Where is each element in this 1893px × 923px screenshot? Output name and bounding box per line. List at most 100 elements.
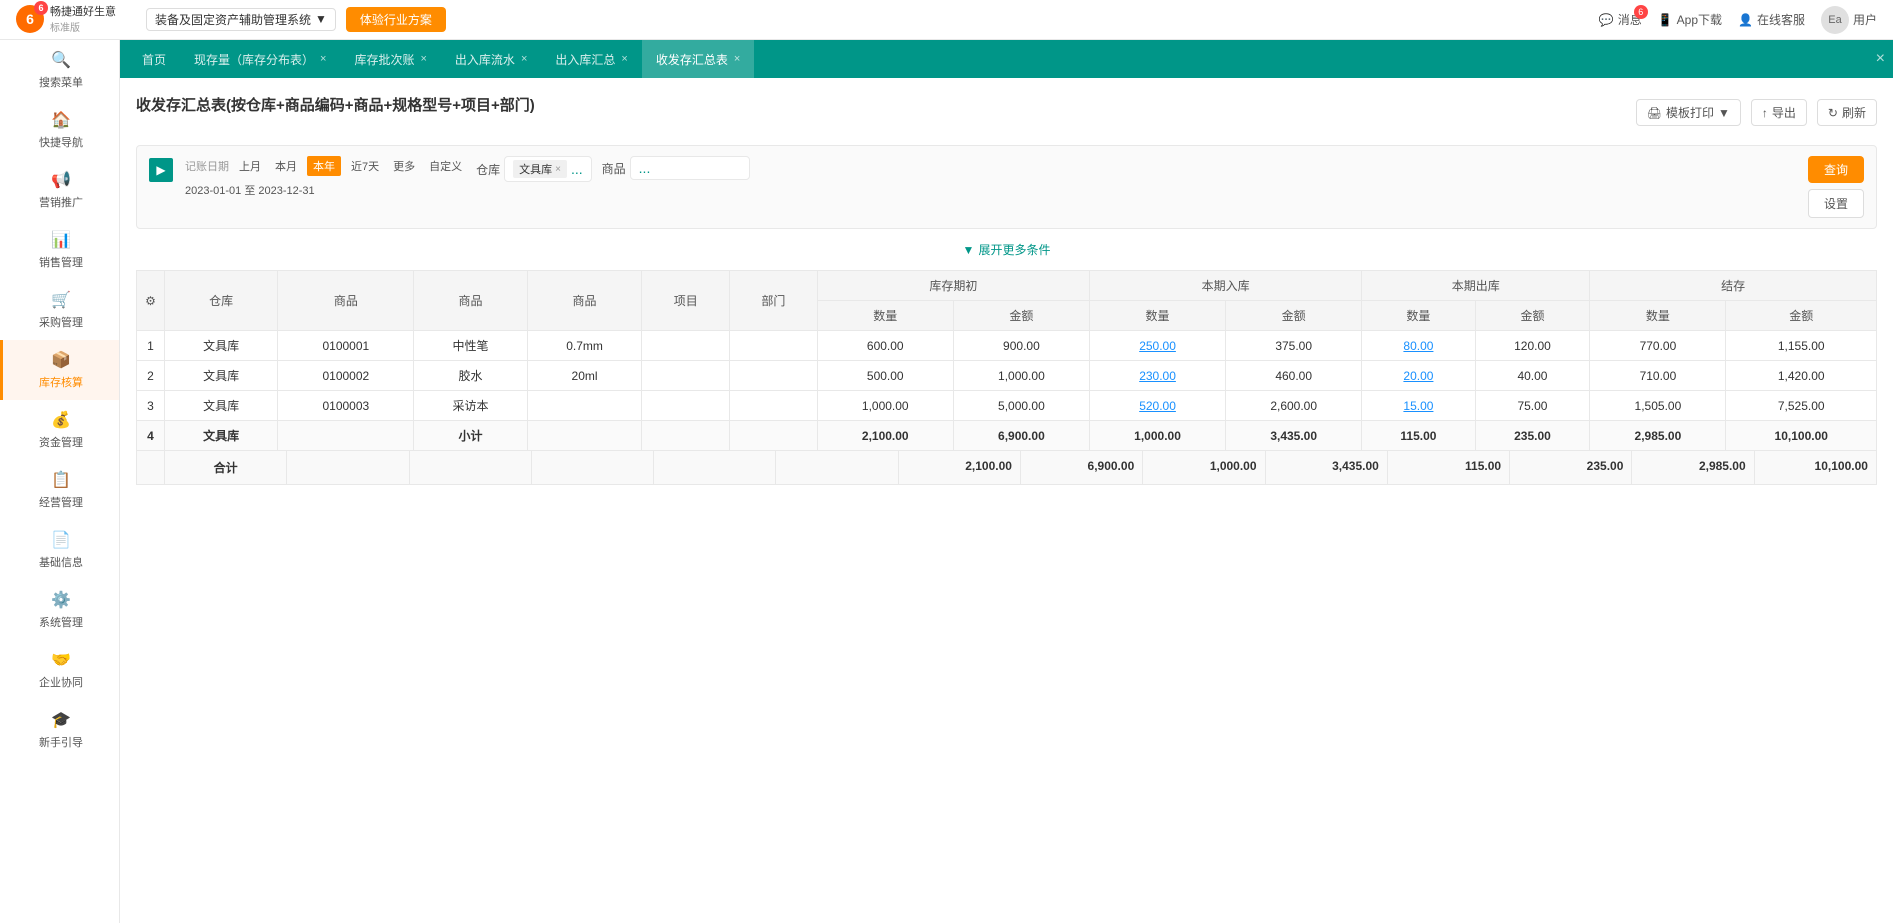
sidebar-item-sales[interactable]: 📊 销售管理 <box>0 220 119 280</box>
cell-in-qty[interactable]: 520.00 <box>1089 391 1225 421</box>
tab-bar-close[interactable]: × <box>1876 50 1885 68</box>
brand-sub: 标准版 <box>50 19 116 34</box>
cell-seq: 1 <box>137 331 165 361</box>
online-service-label: 在线客服 <box>1757 11 1805 28</box>
sidebar-item-system[interactable]: ⚙️ 系统管理 <box>0 580 119 640</box>
cell-product-code: 0100001 <box>278 331 414 361</box>
tab-home[interactable]: 首页 <box>128 40 180 78</box>
tab-batch-ledger-close[interactable]: × <box>420 53 426 65</box>
user-menu[interactable]: Ea 用户 <box>1821 6 1877 34</box>
tab-recv-send-summary[interactable]: 收发存汇总表 × <box>642 40 754 78</box>
sidebar-label-enterprise: 企业协同 <box>39 674 83 690</box>
cell-opening-amt: 1,000.00 <box>953 361 1089 391</box>
sidebar-item-operations[interactable]: 📋 经营管理 <box>0 460 119 520</box>
cell-warehouse: 文具库 <box>165 391 278 421</box>
sidebar-item-purchase[interactable]: 🛒 采购管理 <box>0 280 119 340</box>
sidebar-label-marketing: 营销推广 <box>39 194 83 210</box>
cell-product-spec: 0.7mm <box>527 331 642 361</box>
brand-name: 畅捷通好生意 <box>50 5 116 19</box>
export-button[interactable]: ↑ 导出 <box>1751 99 1807 126</box>
sidebar-item-guide[interactable]: 🎓 新手引导 <box>0 700 119 760</box>
date-btn-last-month[interactable]: 上月 <box>235 156 265 176</box>
finance-icon: 💰 <box>51 410 71 430</box>
warehouse-value-field[interactable]: 文具库 × ... <box>504 156 592 182</box>
date-btn-7days[interactable]: 近7天 <box>347 156 383 176</box>
cell-in-qty[interactable]: 250.00 <box>1089 331 1225 361</box>
sidebar-item-quick-nav[interactable]: 🏠 快捷导航 <box>0 100 119 160</box>
try-button[interactable]: 体验行业方案 <box>346 7 446 32</box>
footer-spec <box>532 451 654 484</box>
cell-closing-amt: 1,420.00 <box>1726 361 1877 391</box>
tab-inventory-dist-close[interactable]: × <box>320 53 326 65</box>
logo-area: 6 6 畅捷通好生意 标准版 <box>16 5 136 34</box>
cell-product-code: 0100002 <box>278 361 414 391</box>
filter-toggle[interactable]: ▶ <box>149 158 173 182</box>
col-opening-qty: 数量 <box>817 301 953 331</box>
date-btn-more[interactable]: 更多 <box>389 156 419 176</box>
sidebar-item-finance[interactable]: 💰 资金管理 <box>0 400 119 460</box>
print-button[interactable]: 🖨 模板打印 ▼ <box>1636 99 1741 126</box>
cell-out-amt: 40.00 <box>1475 361 1590 391</box>
tab-inout-summary[interactable]: 出入库汇总 × <box>541 40 641 78</box>
message-icon: 💬 <box>1599 13 1614 27</box>
cell-seq: 2 <box>137 361 165 391</box>
tab-batch-ledger[interactable]: 库存批次账 × <box>340 40 440 78</box>
sidebar-item-base-info[interactable]: 📄 基础信息 <box>0 520 119 580</box>
footer-project <box>654 451 776 484</box>
user-avatar: Ea <box>1821 6 1849 34</box>
cell-in-qty[interactable]: 230.00 <box>1089 361 1225 391</box>
cell-out-qty[interactable]: 15.00 <box>1362 391 1475 421</box>
date-btn-custom[interactable]: 自定义 <box>425 156 466 176</box>
cell-closing-qty: 710.00 <box>1590 361 1726 391</box>
table-row: 1文具库0100001中性笔0.7mm600.00900.00250.00375… <box>137 331 1877 361</box>
expand-more[interactable]: ▼ 展开更多条件 <box>136 241 1877 258</box>
sidebar-label-system: 系统管理 <box>39 614 83 630</box>
message-button[interactable]: 💬 消息 6 <box>1599 11 1642 28</box>
system-icon: ⚙️ <box>51 590 71 610</box>
warehouse-filter: 仓库 文具库 × ... <box>476 156 592 182</box>
tab-inout-flow-close[interactable]: × <box>521 53 527 65</box>
system-selector[interactable]: 装备及固定资产辅助管理系统 ▼ <box>146 8 336 31</box>
warehouse-remove[interactable]: × <box>555 164 561 175</box>
settings-icon[interactable]: ⚙ <box>145 294 156 308</box>
tab-inout-summary-close[interactable]: × <box>621 53 627 65</box>
col-out-header: 本期出库 <box>1362 271 1590 301</box>
export-icon: ↑ <box>1762 106 1768 120</box>
tab-inout-flow[interactable]: 出入库流水 × <box>441 40 541 78</box>
tab-inventory-dist[interactable]: 现存量（库存分布表） × <box>180 40 340 78</box>
query-button[interactable]: 查询 <box>1808 156 1864 183</box>
app-download-label: App下载 <box>1677 11 1722 28</box>
online-service-button[interactable]: 👤 在线客服 <box>1738 11 1805 28</box>
cell-closing-amt: 7,525.00 <box>1726 391 1877 421</box>
cell-out-qty[interactable]: 20.00 <box>1362 361 1475 391</box>
filter-area: ▶ 记账日期 上月 本月 本年 近7天 更多 自定义 <box>136 145 1877 229</box>
col-settings-header[interactable]: ⚙ <box>137 271 165 331</box>
cell-product-spec <box>527 391 642 421</box>
setting-button[interactable]: 设置 <box>1808 189 1864 218</box>
cell-closing-qty: 770.00 <box>1590 331 1726 361</box>
cell-product-name: 采访本 <box>414 391 527 421</box>
app-download-button[interactable]: 📱 App下载 <box>1658 11 1722 28</box>
date-btn-this-year[interactable]: 本年 <box>307 156 341 176</box>
date-btn-this-month[interactable]: 本月 <box>271 156 301 176</box>
cell-out-qty[interactable]: 80.00 <box>1362 331 1475 361</box>
col-closing-qty: 数量 <box>1590 301 1726 331</box>
col-product-name-header: 商品 <box>414 271 527 331</box>
sidebar-item-marketing[interactable]: 📢 营销推广 <box>0 160 119 220</box>
cell-opening-amt: 5,000.00 <box>953 391 1089 421</box>
product-value-field[interactable]: ... <box>630 156 750 180</box>
sidebar-item-enterprise[interactable]: 🤝 企业协同 <box>0 640 119 700</box>
warehouse-ellipsis[interactable]: ... <box>571 161 583 177</box>
tab-inventory-dist-label: 现存量（库存分布表） <box>194 51 314 68</box>
warehouse-tag: 文具库 × <box>513 160 567 178</box>
page-content: 收发存汇总表(按仓库+商品编码+商品+规格型号+项目+部门) 🖨 模板打印 ▼ … <box>120 78 1893 923</box>
tab-recv-send-close[interactable]: × <box>734 53 740 65</box>
cell-out-amt: 235.00 <box>1475 421 1590 451</box>
col-product-code-header: 商品 <box>278 271 414 331</box>
sidebar-item-inventory[interactable]: 📦 库存核算 <box>0 340 119 400</box>
refresh-button[interactable]: ↻ 刷新 <box>1817 99 1877 126</box>
product-ellipsis[interactable]: ... <box>639 160 651 176</box>
cell-seq: 3 <box>137 391 165 421</box>
col-product-spec-header: 商品 <box>527 271 642 331</box>
sidebar-item-search[interactable]: 🔍 搜索菜单 <box>0 40 119 100</box>
